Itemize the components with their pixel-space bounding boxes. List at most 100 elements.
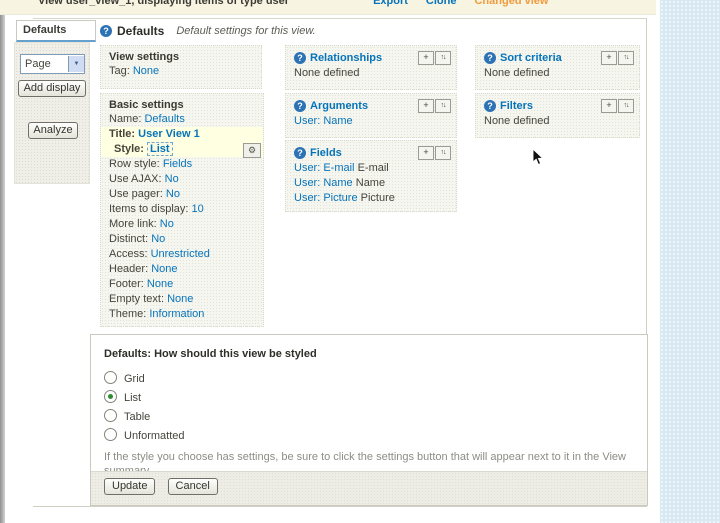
analyze-button[interactable]: Analyze: [28, 122, 78, 139]
rearrange-icon[interactable]: ↑↓: [435, 146, 451, 160]
field-item-label: Picture: [361, 192, 395, 204]
style-option-table[interactable]: Table: [104, 409, 647, 424]
sort-criteria-empty: None defined: [476, 66, 639, 81]
update-button[interactable]: Update: [104, 478, 155, 495]
setting-value-link[interactable]: None: [151, 263, 177, 275]
sort-criteria-box: ? Sort criteria + ↑↓ None defined: [475, 45, 640, 90]
add-icon[interactable]: +: [601, 51, 617, 65]
display-type-select-value: Page: [21, 58, 68, 70]
setting-row: Distinct: No: [101, 232, 263, 247]
setting-row: Theme: Information: [101, 307, 263, 322]
filters-empty: None defined: [476, 114, 639, 129]
arguments-title-link[interactable]: Arguments: [310, 100, 368, 112]
help-icon[interactable]: ?: [294, 100, 306, 112]
name-row: Name: Defaults: [101, 112, 263, 127]
name-label: Name:: [109, 113, 141, 125]
style-option-label: Unformatted: [124, 430, 185, 442]
style-form: Defaults: How should this view be styled…: [90, 334, 648, 506]
rearrange-icon[interactable]: ↑↓: [435, 51, 451, 65]
display-title: Defaults: [117, 24, 164, 38]
display-header: ? Defaults Default settings for this vie…: [100, 24, 316, 38]
field-row: User: E-mail E-mail: [286, 161, 456, 176]
name-value-link[interactable]: Defaults: [144, 113, 184, 125]
title-value-link[interactable]: User View 1: [138, 128, 200, 140]
views-edit-screen: View user_view_1, displaying items of ty…: [0, 0, 720, 523]
field-item-link[interactable]: User: Picture: [294, 192, 358, 204]
relationships-title-link[interactable]: Relationships: [310, 52, 382, 64]
chevron-down-icon[interactable]: ▼: [68, 56, 84, 72]
help-icon[interactable]: ?: [294, 52, 306, 64]
setting-label: Empty text:: [109, 293, 164, 305]
tag-row: Tag: None: [101, 64, 261, 79]
setting-value-link[interactable]: Unrestricted: [151, 248, 210, 260]
setting-label: Row style:: [109, 158, 160, 170]
style-option-label: List: [124, 392, 141, 404]
add-icon[interactable]: +: [601, 99, 617, 113]
page-background-pattern: [660, 0, 720, 523]
add-icon[interactable]: +: [418, 51, 434, 65]
setting-label: Use AJAX:: [109, 173, 162, 185]
style-row: Style: List: [101, 142, 263, 157]
view-settings-title: View settings: [101, 46, 261, 64]
argument-item-link[interactable]: User: Name: [294, 115, 353, 127]
relationships-box: ? Relationships + ↑↓ None defined: [285, 45, 457, 90]
style-option-label: Table: [124, 411, 150, 423]
rearrange-icon[interactable]: ↑↓: [618, 99, 634, 113]
setting-label: Theme:: [109, 308, 146, 320]
setting-value-link[interactable]: None: [147, 278, 173, 290]
setting-value-link[interactable]: Fields: [163, 158, 192, 170]
form-button-band: Update Cancel: [91, 471, 647, 505]
display-type-select[interactable]: Page ▼: [20, 54, 85, 74]
help-icon[interactable]: ?: [484, 100, 496, 112]
basic-settings-box: Basic settings Name: Defaults Title: Use…: [100, 93, 264, 327]
setting-row: Items to display: 10: [101, 202, 263, 217]
add-icon[interactable]: +: [418, 146, 434, 160]
highlighted-settings: Title: User View 1 Style: List ⚙: [101, 127, 263, 157]
setting-value-link[interactable]: 10: [192, 203, 204, 215]
view-settings-box: View settings Tag: None: [100, 45, 262, 89]
style-value-link[interactable]: List: [147, 142, 173, 156]
style-option-list[interactable]: List: [104, 390, 647, 405]
filters-box: ? Filters + ↑↓ None defined: [475, 93, 640, 138]
view-title: View user_view_1, displaying items of ty…: [38, 0, 289, 7]
title-row: Title: User View 1: [101, 127, 263, 142]
setting-value-link[interactable]: No: [160, 218, 174, 230]
window-edge: [0, 14, 5, 523]
tag-value-link[interactable]: None: [133, 65, 159, 77]
changed-view-link[interactable]: Changed view: [474, 0, 548, 7]
filters-title-link[interactable]: Filters: [500, 100, 533, 112]
fields-title-link[interactable]: Fields: [310, 147, 342, 159]
arguments-box: ? Arguments + ↑↓ User: Name: [285, 93, 457, 138]
help-icon[interactable]: ?: [294, 147, 306, 159]
help-icon[interactable]: ?: [484, 52, 496, 64]
field-item-label: Name: [356, 177, 385, 189]
setting-value-link[interactable]: No: [165, 173, 179, 185]
style-settings-gear-icon[interactable]: ⚙: [243, 143, 261, 158]
tab-defaults[interactable]: Defaults: [16, 20, 96, 42]
field-item-link[interactable]: User: Name: [294, 177, 353, 189]
style-option-unformatted[interactable]: Unformatted: [104, 428, 647, 443]
setting-row: Empty text: None: [101, 292, 263, 307]
radio-table[interactable]: [104, 409, 117, 422]
setting-value-link[interactable]: No: [151, 233, 165, 245]
setting-value-link[interactable]: No: [166, 188, 180, 200]
radio-grid[interactable]: [104, 371, 117, 384]
setting-value-link[interactable]: None: [167, 293, 193, 305]
title-label: Title:: [109, 128, 135, 140]
field-row: User: Name Name: [286, 176, 456, 191]
add-icon[interactable]: +: [418, 99, 434, 113]
add-display-button[interactable]: Add display: [18, 80, 86, 97]
rearrange-icon[interactable]: ↑↓: [618, 51, 634, 65]
clone-link[interactable]: Clone: [426, 0, 457, 7]
help-icon[interactable]: ?: [100, 25, 112, 37]
radio-list[interactable]: [104, 390, 117, 403]
sort-criteria-title-link[interactable]: Sort criteria: [500, 52, 562, 64]
style-option-grid[interactable]: Grid: [104, 371, 647, 386]
field-item-label: E-mail: [358, 162, 389, 174]
setting-value-link[interactable]: Information: [149, 308, 204, 320]
cancel-button[interactable]: Cancel: [168, 478, 218, 495]
rearrange-icon[interactable]: ↑↓: [435, 99, 451, 113]
radio-unformatted[interactable]: [104, 428, 117, 441]
export-link[interactable]: Export: [373, 0, 408, 7]
field-item-link[interactable]: User: E-mail: [294, 162, 355, 174]
